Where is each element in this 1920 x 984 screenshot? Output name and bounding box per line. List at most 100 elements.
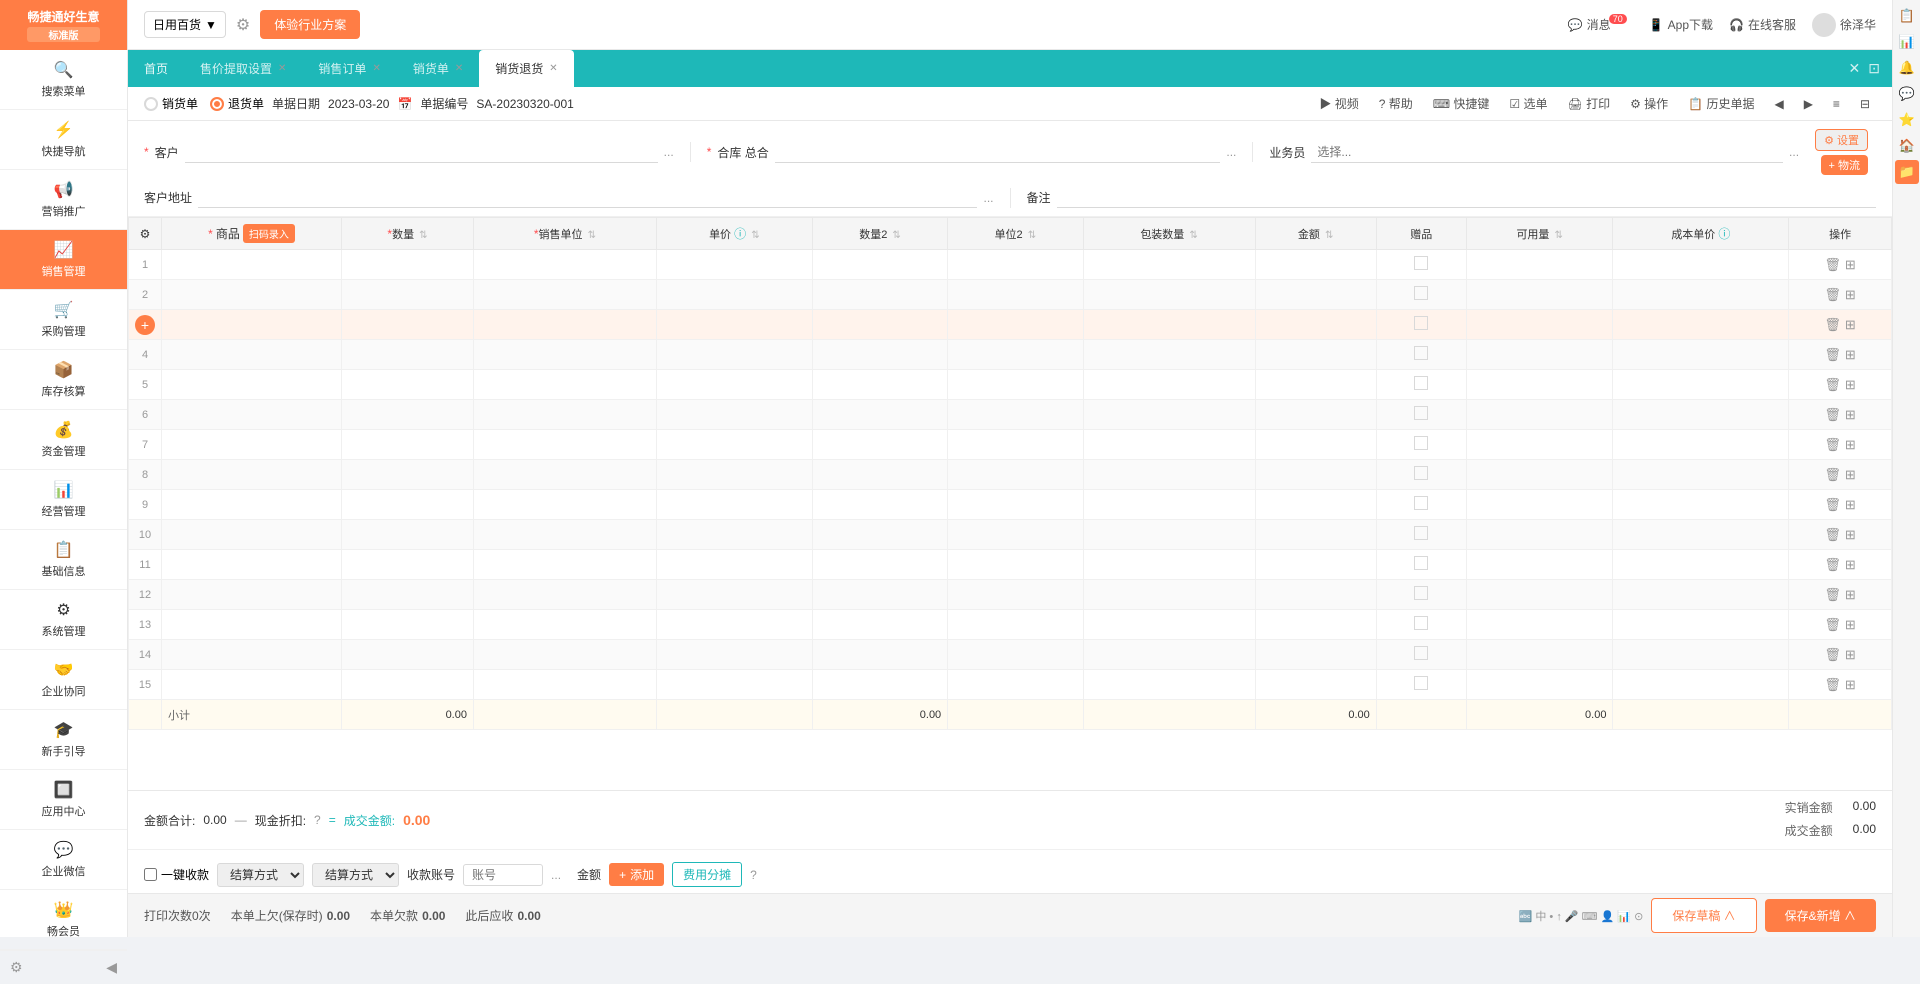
calendar-icon[interactable]: 📅 bbox=[397, 97, 412, 111]
delete-row-btn-12[interactable]: 🗑 bbox=[1824, 587, 1841, 603]
row-cost-cell-13[interactable] bbox=[1613, 610, 1789, 640]
gift-checkbox-5[interactable] bbox=[1414, 376, 1428, 390]
copy-row-btn-8[interactable]: ⊞ bbox=[1845, 467, 1856, 483]
row-qty2-cell-3[interactable] bbox=[812, 310, 947, 340]
unit-sort-icon[interactable]: ⇅ bbox=[588, 230, 596, 241]
warehouse-picker[interactable]: ... bbox=[1226, 145, 1236, 159]
address-picker[interactable]: ... bbox=[983, 191, 993, 205]
row-product-cell-9[interactable] bbox=[162, 490, 342, 520]
gift-checkbox-2[interactable] bbox=[1414, 286, 1428, 300]
row-available-cell-2[interactable] bbox=[1466, 280, 1613, 310]
gift-checkbox-11[interactable] bbox=[1414, 556, 1428, 570]
save-draft-btn[interactable]: 保存草稿 ∧ bbox=[1651, 898, 1756, 933]
gift-checkbox-7[interactable] bbox=[1414, 436, 1428, 450]
cost-info-icon[interactable]: ⓘ bbox=[1718, 227, 1730, 241]
copy-row-btn-3[interactable]: ⊞ bbox=[1845, 317, 1856, 333]
tab-price-close[interactable]: ✕ bbox=[278, 63, 286, 74]
address-input[interactable] bbox=[198, 187, 977, 208]
sidebar-item-system[interactable]: ⚙ 系统管理 bbox=[0, 590, 127, 650]
row-unit-cell-2[interactable] bbox=[473, 280, 656, 310]
row-unit2-cell-14[interactable] bbox=[948, 640, 1083, 670]
sidebar-item-operation[interactable]: 📊 经营管理 bbox=[0, 470, 127, 530]
row-unit-cell-6[interactable] bbox=[473, 400, 656, 430]
amount-sort-icon[interactable]: ⇅ bbox=[1325, 230, 1333, 241]
account-input[interactable] bbox=[463, 864, 543, 886]
discount-help-icon[interactable]: ? bbox=[314, 813, 321, 827]
user-profile[interactable]: 徐泽华 bbox=[1812, 13, 1876, 37]
row-qty2-cell-6[interactable] bbox=[812, 400, 947, 430]
sidebar-item-wechat[interactable]: 💬 企业微信 bbox=[0, 830, 127, 890]
row-price-cell-6[interactable] bbox=[656, 400, 812, 430]
right-sb-icon-7[interactable]: 📁 bbox=[1895, 160, 1919, 184]
row-cost-cell-5[interactable] bbox=[1613, 370, 1789, 400]
copy-row-btn-14[interactable]: ⊞ bbox=[1845, 647, 1856, 663]
row-available-cell-6[interactable] bbox=[1466, 400, 1613, 430]
right-sb-icon-6[interactable]: 🏠 bbox=[1895, 134, 1919, 158]
row-product-cell-4[interactable] bbox=[162, 340, 342, 370]
operation-btn[interactable]: ⚙ 操作 bbox=[1624, 93, 1674, 114]
row-unit-cell-10[interactable] bbox=[473, 520, 656, 550]
gift-checkbox-12[interactable] bbox=[1414, 586, 1428, 600]
sidebar-item-inventory[interactable]: 📦 库存核算 bbox=[0, 350, 127, 410]
save-new-btn[interactable]: 保存&新增 ∧ bbox=[1765, 899, 1876, 932]
row-unit-cell-7[interactable] bbox=[473, 430, 656, 460]
row-pack-cell-9[interactable] bbox=[1083, 490, 1255, 520]
gift-checkbox-1[interactable] bbox=[1414, 256, 1428, 270]
row-available-cell-13[interactable] bbox=[1466, 610, 1613, 640]
row-price-cell-10[interactable] bbox=[656, 520, 812, 550]
delete-row-btn-3[interactable]: 🗑 bbox=[1824, 317, 1841, 333]
app-download-btn[interactable]: 📱 App下载 bbox=[1649, 16, 1713, 33]
tab-sales-close[interactable]: ✕ bbox=[455, 63, 463, 74]
customer-input[interactable] bbox=[185, 142, 658, 163]
video-btn[interactable]: ▶ 视频 bbox=[1313, 93, 1364, 114]
row-qty2-cell-1[interactable] bbox=[812, 250, 947, 280]
sidebar-item-quick[interactable]: ⚡ 快捷导航 bbox=[0, 110, 127, 170]
tab-sales-order-close[interactable]: ✕ bbox=[372, 63, 380, 74]
detail-view-btn[interactable]: ⊟ bbox=[1854, 95, 1876, 113]
row-product-cell-2[interactable] bbox=[162, 280, 342, 310]
row-qty-cell-4[interactable] bbox=[342, 340, 474, 370]
row-cost-cell-8[interactable] bbox=[1613, 460, 1789, 490]
row-cost-cell-12[interactable] bbox=[1613, 580, 1789, 610]
copy-row-btn-5[interactable]: ⊞ bbox=[1845, 377, 1856, 393]
row-available-cell-14[interactable] bbox=[1466, 640, 1613, 670]
row-cost-cell-4[interactable] bbox=[1613, 340, 1789, 370]
delete-row-btn-6[interactable]: 🗑 bbox=[1824, 407, 1841, 423]
expense-split-btn[interactable]: 费用分摊 bbox=[672, 862, 742, 887]
row-cost-cell-6[interactable] bbox=[1613, 400, 1789, 430]
row-amount-cell-8[interactable] bbox=[1255, 460, 1376, 490]
delete-row-btn-4[interactable]: 🗑 bbox=[1824, 347, 1841, 363]
row-price-cell-3[interactable] bbox=[656, 310, 812, 340]
row-available-cell-3[interactable] bbox=[1466, 310, 1613, 340]
row-pack-cell-3[interactable] bbox=[1083, 310, 1255, 340]
row-unit2-cell-4[interactable] bbox=[948, 340, 1083, 370]
gift-checkbox-6[interactable] bbox=[1414, 406, 1428, 420]
row-amount-cell-11[interactable] bbox=[1255, 550, 1376, 580]
list-view-btn[interactable]: ≡ bbox=[1827, 95, 1846, 113]
product-input-3[interactable] bbox=[168, 318, 335, 332]
row-product-cell-5[interactable] bbox=[162, 370, 342, 400]
row-available-cell-7[interactable] bbox=[1466, 430, 1613, 460]
row-available-cell-8[interactable] bbox=[1466, 460, 1613, 490]
row-amount-cell-7[interactable] bbox=[1255, 430, 1376, 460]
right-sb-icon-2[interactable]: 📊 bbox=[1895, 30, 1919, 54]
row-pack-cell-14[interactable] bbox=[1083, 640, 1255, 670]
row-pack-cell-13[interactable] bbox=[1083, 610, 1255, 640]
row-unit2-cell-5[interactable] bbox=[948, 370, 1083, 400]
row-qty2-cell-7[interactable] bbox=[812, 430, 947, 460]
row-qty2-cell-15[interactable] bbox=[812, 670, 947, 700]
copy-row-btn-15[interactable]: ⊞ bbox=[1845, 677, 1856, 693]
copy-row-btn-2[interactable]: ⊞ bbox=[1845, 287, 1856, 303]
row-unit2-cell-2[interactable] bbox=[948, 280, 1083, 310]
sidebar-item-basic[interactable]: 📋 基础信息 bbox=[0, 530, 127, 590]
available-sort-icon[interactable]: ⇅ bbox=[1555, 230, 1563, 241]
row-available-cell-15[interactable] bbox=[1466, 670, 1613, 700]
copy-row-btn-6[interactable]: ⊞ bbox=[1845, 407, 1856, 423]
right-sb-icon-3[interactable]: 🔔 bbox=[1895, 56, 1919, 80]
row-amount-cell-15[interactable] bbox=[1255, 670, 1376, 700]
row-price-cell-11[interactable] bbox=[656, 550, 812, 580]
row-unit2-cell-13[interactable] bbox=[948, 610, 1083, 640]
row-product-cell-7[interactable] bbox=[162, 430, 342, 460]
gift-checkbox-4[interactable] bbox=[1414, 346, 1428, 360]
row-unit2-cell-3[interactable] bbox=[948, 310, 1083, 340]
